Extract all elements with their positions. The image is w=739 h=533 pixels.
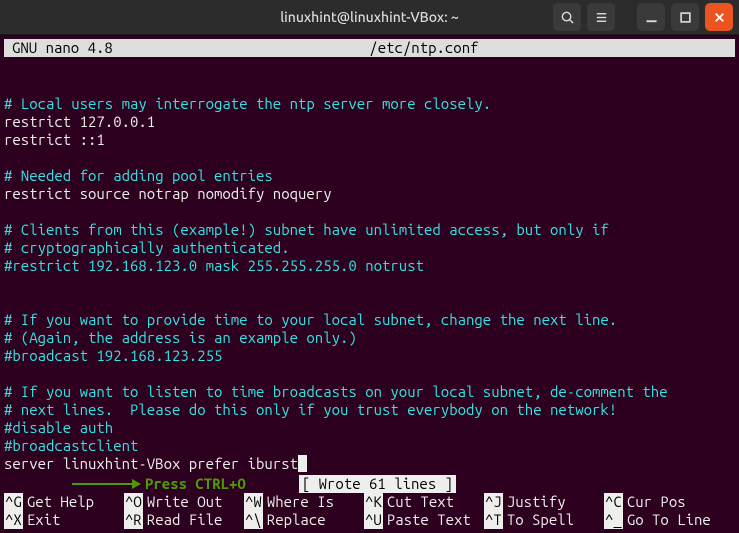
- shortcut-key: ^G: [4, 493, 23, 511]
- blank-line: [4, 77, 12, 94]
- menu-button[interactable]: [587, 3, 615, 31]
- shortcut-bar: ^GGet Help ^OWrite Out ^WWhere Is ^KCut …: [0, 493, 739, 533]
- shortcut-replace[interactable]: ^\Replace: [244, 511, 364, 529]
- file-line: # Local users may interrogate the ntp se…: [4, 95, 491, 112]
- shortcut-label: Paste Text: [387, 511, 471, 529]
- shortcut-label: To Spell: [507, 511, 574, 529]
- shortcut-label: Replace: [267, 511, 326, 529]
- shortcut-key: ^W: [244, 493, 263, 511]
- file-line: #disable auth: [4, 419, 113, 436]
- shortcut-key: ^J: [484, 493, 503, 511]
- minimize-button[interactable]: [637, 3, 665, 31]
- annotation-arrow: [72, 479, 141, 489]
- shortcut-go-to-line[interactable]: ^_Go To Line: [604, 511, 724, 529]
- shortcut-key: ^O: [124, 493, 143, 511]
- shortcut-key: ^T: [484, 511, 503, 529]
- status-message: [ Wrote 61 lines ]: [299, 475, 456, 493]
- file-line: restrict 127.0.0.1: [4, 113, 155, 130]
- file-line: # Needed for adding pool entries: [4, 167, 273, 184]
- shortcut-cut-text[interactable]: ^KCut Text: [364, 493, 484, 511]
- shortcut-key: ^\: [244, 511, 263, 529]
- file-line: restrict ::1: [4, 131, 105, 148]
- file-line: # cryptographically authenticated.: [4, 239, 290, 256]
- blank-line: [4, 293, 12, 310]
- file-line: #broadcast 192.168.123.255: [4, 347, 222, 364]
- shortcut-label: Where Is: [267, 493, 334, 511]
- editor-name: GNU nano 4.8: [4, 39, 113, 57]
- shortcut-exit[interactable]: ^XExit: [4, 511, 124, 529]
- file-line: # next lines. Please do this only if you…: [4, 401, 617, 418]
- close-button[interactable]: [705, 3, 733, 31]
- shortcut-key: ^K: [364, 493, 383, 511]
- blank-line: [4, 365, 12, 382]
- maximize-icon: [678, 10, 693, 25]
- shortcut-label: Cut Text: [387, 493, 454, 511]
- file-line: # (Again, the address is an example only…: [4, 329, 357, 346]
- shortcut-key: ^X: [4, 511, 23, 529]
- shortcut-where-is[interactable]: ^WWhere Is: [244, 493, 364, 511]
- blank-line: [4, 275, 12, 292]
- arrow-head-icon: [132, 479, 141, 489]
- shortcut-to-spell[interactable]: ^TTo Spell: [484, 511, 604, 529]
- annotation-text: Press CTRL+O: [145, 475, 246, 493]
- maximize-button[interactable]: [671, 3, 699, 31]
- shortcut-key: ^U: [364, 511, 383, 529]
- minimize-icon: [644, 10, 659, 25]
- shortcut-paste-text[interactable]: ^UPaste Text: [364, 511, 484, 529]
- titlebar-controls: [551, 3, 733, 31]
- shortcut-write-out[interactable]: ^OWrite Out: [124, 493, 244, 511]
- file-line: #broadcastclient: [4, 437, 138, 454]
- shortcut-label: Go To Line: [627, 511, 711, 529]
- editor-content[interactable]: # Local users may interrogate the ntp se…: [0, 57, 739, 475]
- blank-line: [4, 149, 12, 166]
- shortcut-get-help[interactable]: ^GGet Help: [4, 493, 124, 511]
- shortcut-label: Write Out: [147, 493, 223, 511]
- shortcut-key: ^_: [604, 511, 623, 529]
- nano-header: GNU nano 4.8 /etc/ntp.conf: [4, 39, 735, 57]
- file-line: # If you want to listen to time broadcas…: [4, 383, 668, 400]
- window-titlebar: linuxhint@linuxhint-VBox: ~: [0, 0, 739, 35]
- shortcut-read-file[interactable]: ^RRead File: [124, 511, 244, 529]
- shortcut-row: ^XExit ^RRead File ^\Replace ^UPaste Tex…: [4, 511, 735, 529]
- file-line: #restrict 192.168.123.0 mask 255.255.255…: [4, 257, 424, 274]
- current-line: server linuxhint-VBox prefer iburst: [4, 455, 307, 472]
- close-icon: [712, 10, 727, 25]
- shortcut-cur-pos[interactable]: ^CCur Pos: [604, 493, 724, 511]
- shortcut-label: Justify: [507, 493, 566, 511]
- shortcut-key: ^R: [124, 511, 143, 529]
- shortcut-key: ^C: [604, 493, 623, 511]
- file-line: # If you want to provide time to your lo…: [4, 311, 617, 328]
- shortcut-justify[interactable]: ^JJustify: [484, 493, 604, 511]
- window-title: linuxhint@linuxhint-VBox: ~: [188, 9, 552, 25]
- search-button[interactable]: [553, 3, 581, 31]
- hamburger-icon: [594, 10, 609, 25]
- file-line: # Clients from this (example!) subnet ha…: [4, 221, 609, 238]
- status-row: Press CTRL+O [ Wrote 61 lines ]: [0, 475, 739, 493]
- shortcut-label: Cur Pos: [627, 493, 686, 511]
- search-icon: [560, 10, 575, 25]
- shortcut-label: Get Help: [27, 493, 94, 511]
- shortcut-label: Exit: [27, 511, 61, 529]
- arrow-line: [72, 483, 132, 485]
- editor-file: /etc/ntp.conf: [113, 39, 735, 57]
- shortcut-row: ^GGet Help ^OWrite Out ^WWhere Is ^KCut …: [4, 493, 735, 511]
- blank-line: [4, 203, 12, 220]
- shortcut-label: Read File: [147, 511, 223, 529]
- cursor: [298, 455, 307, 472]
- file-line: restrict source notrap nomodify noquery: [4, 185, 332, 202]
